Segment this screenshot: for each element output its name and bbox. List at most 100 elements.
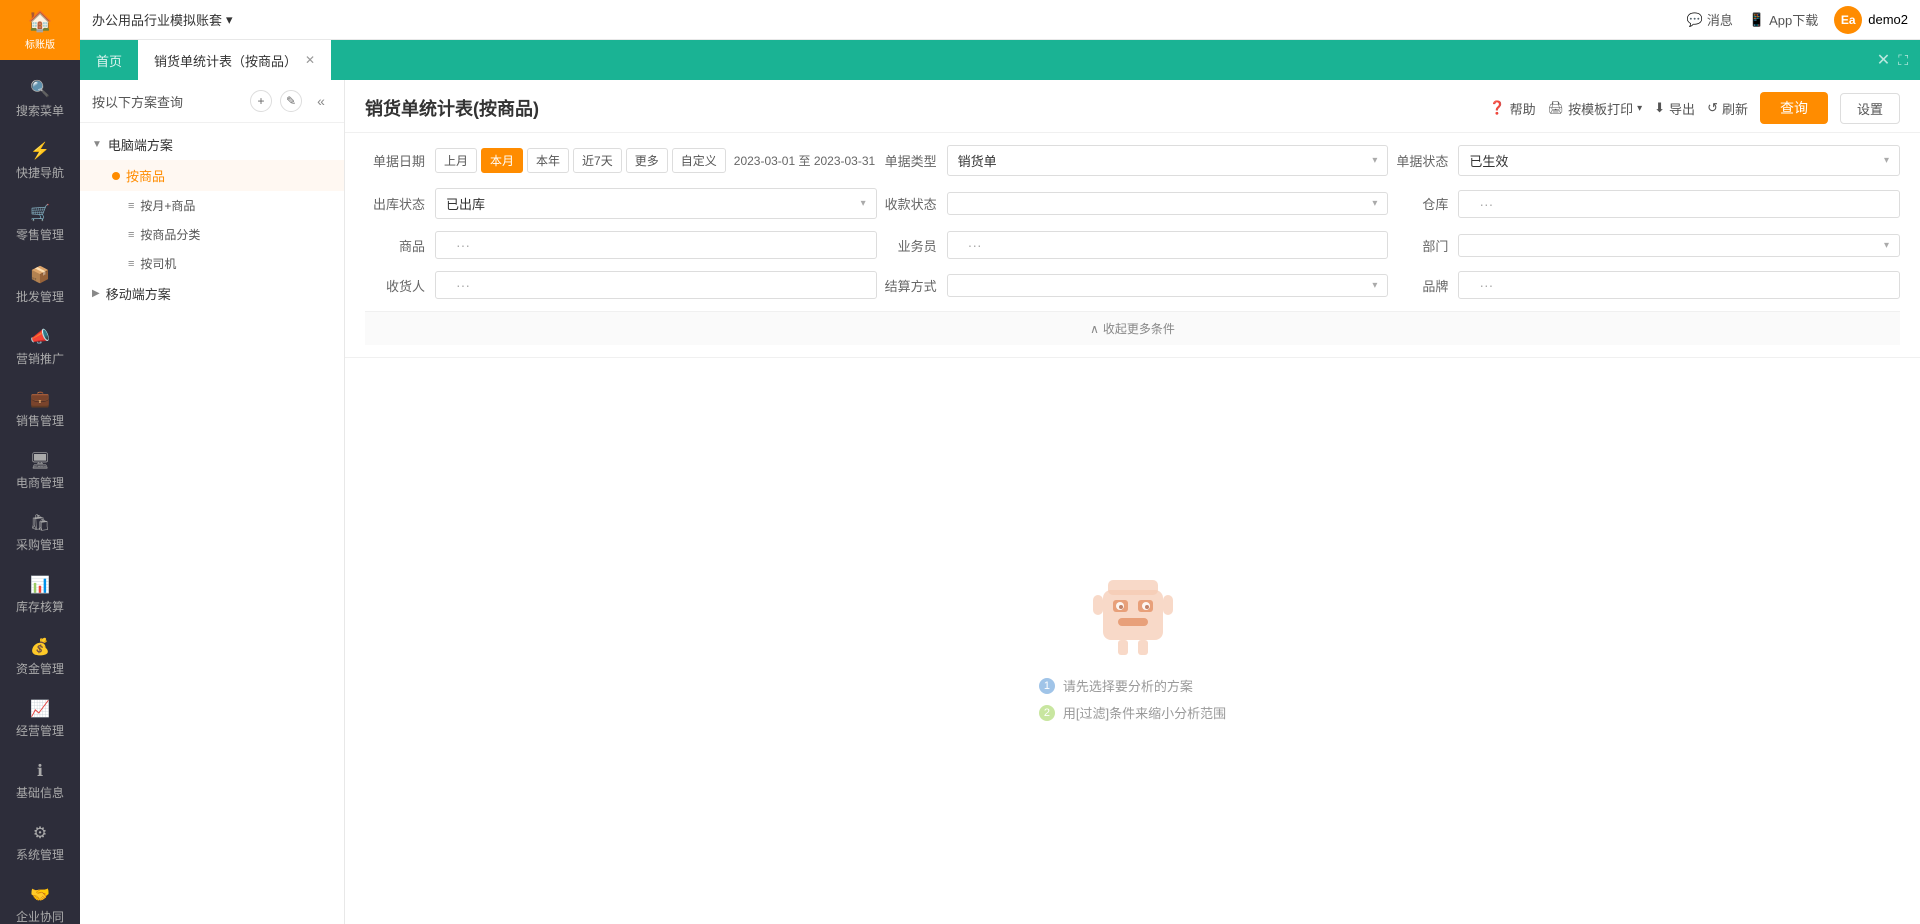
sidebar-item-ecom[interactable]: 🖥 电商管理	[0, 441, 80, 501]
plus-icon: +	[257, 94, 264, 108]
left-panel: 按以下方案查询 + ✎ « ▼ 电脑端方案	[80, 80, 345, 924]
dept-select[interactable]: ▾	[1458, 234, 1900, 257]
tree-item-by-month-product[interactable]: ≡ 按月+商品	[80, 191, 344, 220]
date-btn-more[interactable]: 更多	[626, 148, 668, 173]
sidebar-item-inventory[interactable]: 📊 库存核算	[0, 565, 80, 625]
tab-home[interactable]: 首页	[80, 40, 138, 80]
filter-cell-docstatus: 单据状态 已生效 ▾	[1388, 145, 1900, 176]
date-btn-this-month[interactable]: 本月	[481, 148, 523, 173]
more-dots-icon: ···	[964, 237, 986, 253]
doctype-value: 销货单	[958, 151, 997, 170]
query-button[interactable]: 查询	[1760, 92, 1828, 124]
sidebar-item-sales[interactable]: 💼 销售管理	[0, 379, 80, 439]
outstatus-value: 已出库	[446, 194, 485, 213]
app-download-button[interactable]: 📱 App下载	[1749, 10, 1818, 29]
tab-report[interactable]: 销货单统计表（按商品） ✕	[138, 40, 331, 80]
tip-text-2: 用[过滤]条件来缩小分析范围	[1063, 703, 1226, 722]
brand-input[interactable]: ···	[1458, 271, 1900, 299]
sidebar-item-retail[interactable]: 🛒 零售管理	[0, 193, 80, 253]
sidebar-item-shortcut[interactable]: ⚡ 快捷导航	[0, 131, 80, 191]
help-link[interactable]: ❓ 帮助	[1489, 99, 1535, 118]
date-btn-7days[interactable]: 近7天	[573, 148, 622, 173]
report-tab-label: 销货单统计表（按商品）	[154, 51, 297, 70]
filter-cell-date: 单据日期 上月 本月 本年 近7天 更多 自定义 2023-03-01 至 20…	[365, 148, 877, 173]
collapse-panel-button[interactable]: «	[310, 90, 332, 112]
scheme-tree: ▼ 电脑端方案 按商品 ≡ 按月+商品 ≡ 按商品分类 ≡	[80, 123, 344, 924]
user-avatar-wrap[interactable]: Ea demo2	[1834, 6, 1908, 34]
tab-bar-close-icon[interactable]: ✕	[1877, 50, 1890, 70]
filter-cell-dept: 部门 ▾	[1388, 234, 1900, 257]
sidebar-item-label: 资金管理	[16, 660, 64, 677]
date-btn-custom[interactable]: 自定义	[672, 148, 726, 173]
collapse-filter-button[interactable]: ∧ 收起更多条件	[365, 311, 1900, 345]
receiver-input[interactable]: ···	[435, 271, 877, 299]
tip-num-1: 1	[1039, 678, 1055, 694]
docstatus-select[interactable]: 已生效 ▾	[1458, 145, 1900, 176]
empty-tip-1: 1 请先选择要分析的方案	[1039, 676, 1226, 695]
message-button[interactable]: 💬 消息	[1687, 10, 1733, 29]
avatar: Ea	[1834, 6, 1862, 34]
chevron-down-icon: ▾	[1372, 155, 1377, 166]
sidebar-item-operation[interactable]: 📈 经营管理	[0, 689, 80, 749]
home-tab-label: 首页	[96, 51, 122, 70]
tree-item-by-driver[interactable]: ≡ 按司机	[80, 249, 344, 278]
date-btn-this-year[interactable]: 本年	[527, 148, 569, 173]
refresh-icon: ↺	[1707, 100, 1718, 116]
settings-button[interactable]: 设置	[1840, 93, 1900, 124]
brand-label: 品牌	[1388, 276, 1458, 295]
refresh-link[interactable]: ↺ 刷新	[1707, 99, 1748, 118]
logo-icon: 🏠	[28, 9, 53, 34]
tree-item-label: 按司机	[140, 255, 176, 272]
empty-tips: 1 请先选择要分析的方案 2 用[过滤]条件来缩小分析范围	[1039, 676, 1226, 722]
username: demo2	[1868, 12, 1908, 27]
sidebar-item-enterprise[interactable]: 🤝 企业协同	[0, 875, 80, 924]
tree-group-mobile[interactable]: ▶ 移动端方案	[80, 278, 344, 309]
collect-select[interactable]: ▾	[947, 192, 1389, 215]
sidebar-item-wholesale[interactable]: 📦 批发管理	[0, 255, 80, 315]
sidebar-item-label: 基础信息	[16, 784, 64, 801]
app-logo[interactable]: 🏠 标账版	[0, 0, 80, 60]
tip-num-2: 2	[1039, 705, 1055, 721]
active-dot-icon	[112, 172, 120, 180]
tree-item-by-product[interactable]: 按商品	[80, 160, 344, 191]
sidebar-item-label: 销售管理	[16, 412, 64, 429]
edit-icon: ✎	[286, 94, 296, 108]
sidebar-item-marketing[interactable]: 📣 营销推广	[0, 317, 80, 377]
dept-label: 部门	[1388, 236, 1458, 255]
salesman-input[interactable]: ···	[947, 231, 1389, 259]
list-icon: ≡	[128, 229, 134, 241]
sidebar-item-search[interactable]: 🔍 搜索菜单	[0, 69, 80, 129]
tree-group-label: 移动端方案	[106, 284, 171, 303]
outstatus-select[interactable]: 已出库 ▾	[435, 188, 877, 219]
doctype-select[interactable]: 销货单 ▾	[947, 145, 1389, 176]
product-input[interactable]: ···	[435, 231, 877, 259]
sidebar-item-purchase[interactable]: 🛍 采购管理	[0, 503, 80, 563]
tree-group-desktop[interactable]: ▼ 电脑端方案	[80, 129, 344, 160]
sidebar-item-finance[interactable]: 💰 资金管理	[0, 627, 80, 687]
marketing-icon: 📣	[30, 327, 50, 347]
outstatus-label: 出库状态	[365, 194, 435, 213]
basic-icon: ℹ	[37, 761, 43, 781]
sidebar-item-system[interactable]: ⚙ 系统管理	[0, 813, 80, 873]
sidebar-item-label: 库存核算	[16, 598, 64, 615]
sales-icon: 💼	[30, 389, 50, 409]
inventory-icon: 📊	[30, 575, 50, 595]
tab-close-icon[interactable]: ✕	[305, 53, 315, 67]
docstatus-label: 单据状态	[1388, 151, 1458, 170]
warehouse-input[interactable]: ···	[1458, 190, 1900, 218]
sidebar-item-basic[interactable]: ℹ 基础信息	[0, 751, 80, 811]
sidebar-item-label: 快捷导航	[16, 164, 64, 181]
top-header: 办公用品行业模拟账套 ▾ 💬 消息 📱 App下载 Ea demo2	[80, 0, 1920, 40]
tab-bar-expand-icon[interactable]: ⛶	[1898, 52, 1908, 69]
list-icon: ≡	[128, 258, 134, 270]
tree-item-by-category[interactable]: ≡ 按商品分类	[80, 220, 344, 249]
date-btn-last-month[interactable]: 上月	[435, 148, 477, 173]
edit-scheme-button[interactable]: ✎	[280, 90, 302, 112]
add-scheme-button[interactable]: +	[250, 90, 272, 112]
export-link[interactable]: ⬇ 导出	[1654, 99, 1695, 118]
industry-selector[interactable]: 办公用品行业模拟账套 ▾	[92, 10, 233, 29]
print-link[interactable]: 🖨 按模板打印 ▾	[1548, 99, 1643, 118]
chevron-down-icon: ▾	[1372, 198, 1377, 209]
settle-select[interactable]: ▾	[947, 274, 1389, 297]
more-dots-icon: ···	[1475, 277, 1497, 293]
